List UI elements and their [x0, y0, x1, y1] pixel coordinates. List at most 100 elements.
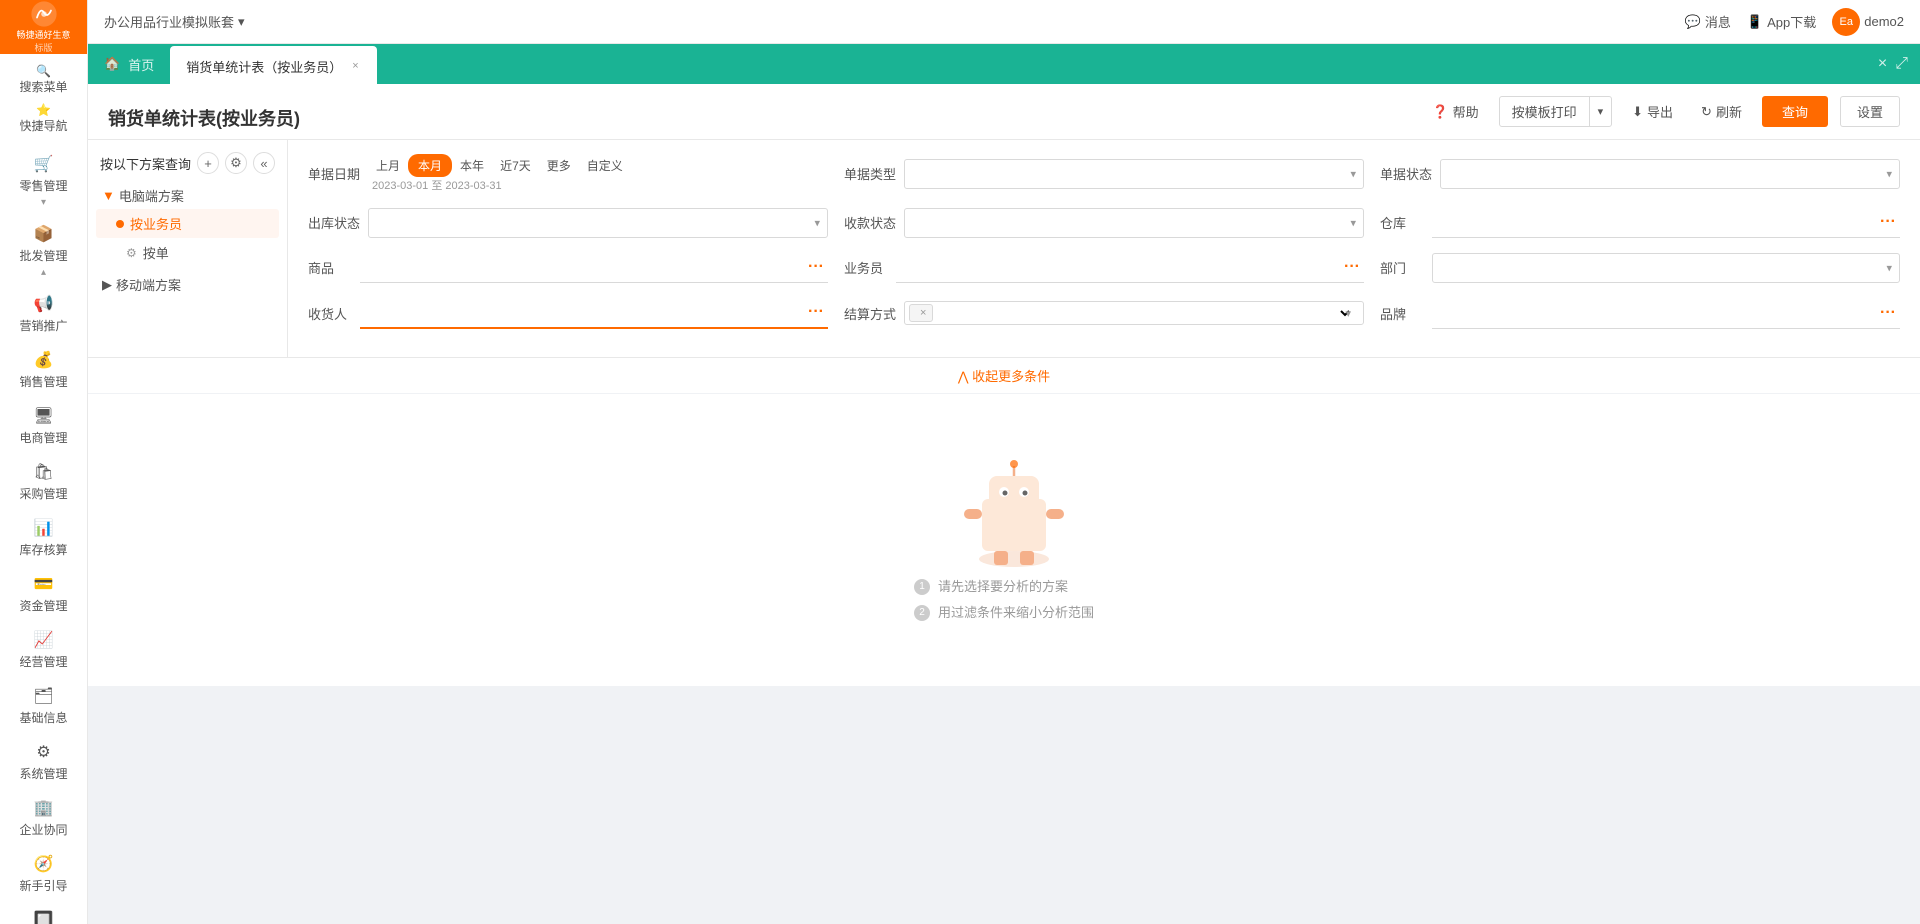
stock-status-select[interactable] — [368, 208, 828, 238]
user-profile[interactable]: Ea demo2 — [1832, 8, 1904, 36]
refresh-btn[interactable]: ↻ 刷新 — [1693, 98, 1750, 125]
filter-item-byorder[interactable]: ⚙ 按单 — [96, 238, 279, 267]
topbar: 办公用品行业模拟账套 ▾ 💬 消息 📱 App下载 Ea demo2 — [88, 0, 1920, 44]
search-menu[interactable]: 🔍 搜索菜单 — [0, 54, 87, 99]
ecommerce-label: 电商管理 — [19, 429, 67, 446]
export-label: 导出 — [1647, 102, 1673, 121]
marketing-icon: 📢 — [34, 294, 54, 314]
brand-label: 品牌 — [1380, 304, 1424, 323]
help-btn[interactable]: ❓ 帮助 — [1424, 98, 1486, 125]
byorder-icon: ⚙ — [126, 246, 137, 260]
close-window-icon[interactable]: × — [1878, 55, 1887, 73]
collapse-sidebar-btn[interactable]: « — [253, 152, 275, 174]
collapse-icon: « — [260, 156, 267, 171]
tab-home[interactable]: 🏠 首页 — [88, 44, 170, 84]
sidebar-item-ecommerce[interactable]: 🖥 电商管理 — [0, 398, 87, 454]
sidebar-item-sales[interactable]: 💰 销售管理 — [0, 342, 87, 398]
sidebar-item-finance[interactable]: 💳 资金管理 — [0, 566, 87, 622]
sidebar-item-inventory[interactable]: 📊 库存核算 — [0, 510, 87, 566]
doc-status-select[interactable] — [1440, 159, 1900, 189]
date-last-month-btn[interactable]: 上月 — [368, 154, 408, 177]
sidebar-item-wholesale[interactable]: 📦 批发管理 ▴ — [0, 216, 87, 286]
sidebar-item-apps[interactable]: 🔲 应用中心 — [0, 902, 87, 924]
tab-sales-report-label: 销货单统计表（按业务员） — [186, 57, 342, 76]
print-label[interactable]: 按模板打印 — [1500, 97, 1590, 126]
settings-btn[interactable]: 设置 — [1840, 96, 1900, 127]
message-icon: 💬 — [1685, 14, 1701, 30]
salesperson-ellipsis[interactable]: ··· — [1340, 258, 1364, 276]
tab-sales-report[interactable]: 销货单统计表（按业务员） × — [170, 46, 376, 86]
goods-input[interactable] — [360, 252, 804, 282]
sidebar-item-retail[interactable]: 🛒 零售管理 ▾ — [0, 146, 87, 216]
print-btn[interactable]: 按模板打印 ▾ — [1499, 96, 1613, 127]
tab-close-btn[interactable]: × — [350, 58, 360, 74]
date-label: 单据日期 — [308, 164, 360, 183]
date-range-display: 2023-03-01 至 2023-03-31 — [372, 177, 828, 193]
date-custom-btn[interactable]: 自定义 — [579, 154, 631, 177]
quick-nav[interactable]: ⭐ 快捷导航 — [0, 99, 87, 138]
collapse-label: ⋀ 收起更多条件 — [958, 369, 1050, 384]
add-scheme-btn[interactable]: + — [197, 152, 219, 174]
brand-ellipsis[interactable]: ··· — [1876, 304, 1900, 322]
settlement-select[interactable] — [933, 305, 1353, 322]
consignee-ellipsis[interactable]: ··· — [804, 303, 828, 321]
apps-icon: 🔲 — [34, 910, 54, 924]
filter-row-2: 出库状态 ▾ 收款状态 — [308, 207, 1900, 238]
sidebar-item-basic[interactable]: 🗂 基础信息 — [0, 678, 87, 734]
department-select[interactable] — [1432, 253, 1900, 283]
brand-input[interactable] — [1432, 298, 1876, 328]
department-label: 部门 — [1380, 258, 1424, 277]
page-title: 销货单统计表(按业务员) — [108, 105, 300, 131]
consignee-control: ··· — [360, 297, 828, 329]
stock-status-control: ▾ — [368, 208, 828, 238]
department-control: ▾ — [1432, 253, 1900, 283]
sidebar-item-marketing[interactable]: 📢 营销推广 — [0, 286, 87, 342]
date-this-month-btn[interactable]: 本月 — [408, 154, 452, 177]
search-btn[interactable]: 查询 — [1762, 96, 1828, 127]
settlement-tag-remove[interactable]: × — [920, 307, 926, 319]
step-1-text: 请先选择要分析的方案 — [938, 574, 1068, 600]
date-last7-btn[interactable]: 近7天 — [492, 154, 539, 177]
filter-item-salesperson[interactable]: 按业务员 — [96, 209, 279, 238]
sidebar-item-enterprise[interactable]: 🏢 企业协同 — [0, 790, 87, 846]
filter-row-3: 商品 ··· 业务员 ··· 部门 — [308, 252, 1900, 283]
goods-ellipsis[interactable]: ··· — [804, 258, 828, 276]
filter-settlement: 结算方式 × ▾ — [844, 301, 1364, 325]
finance-icon: 💳 — [34, 574, 54, 594]
export-btn[interactable]: ⬇ 导出 — [1624, 98, 1681, 125]
warehouse-input[interactable] — [1432, 207, 1876, 237]
date-this-year-btn[interactable]: 本年 — [452, 154, 492, 177]
wholesale-icon: 📦 — [34, 224, 54, 244]
logo[interactable]: 畅捷通好生意 标版 — [0, 0, 88, 54]
salesperson-input[interactable] — [896, 252, 1340, 282]
marketing-label: 营销推广 — [19, 317, 67, 334]
consignee-input[interactable] — [360, 297, 804, 327]
filter-right: 单据日期 上月 本月 本年 近7天 更多 自定义 2023-03-01 至 20… — [288, 140, 1920, 357]
app-download-label: App下载 — [1767, 12, 1816, 31]
collapse-bar[interactable]: ⋀ 收起更多条件 — [88, 357, 1920, 393]
sidebar-item-guide[interactable]: 🧭 新手引导 — [0, 846, 87, 902]
app-download-btn[interactable]: 📱 App下载 — [1747, 12, 1816, 31]
date-more-btn[interactable]: 更多 — [539, 154, 579, 177]
scheme-settings-btn[interactable]: ⚙ — [225, 152, 247, 174]
doc-type-select[interactable] — [904, 159, 1364, 189]
maximize-icon[interactable]: ⤢ — [1895, 55, 1908, 73]
company-dropdown[interactable]: 办公用品行业模拟账套 ▾ — [104, 12, 245, 31]
mobile-group-label: 移动端方案 — [116, 275, 181, 294]
byorder-label: 按单 — [143, 243, 169, 262]
payment-status-select[interactable] — [904, 208, 1364, 238]
print-dropdown-icon[interactable]: ▾ — [1590, 100, 1612, 123]
enterprise-icon: 🏢 — [34, 798, 54, 818]
messages-btn[interactable]: 💬 消息 — [1685, 12, 1731, 31]
topbar-right: 💬 消息 📱 App下载 Ea demo2 — [1685, 8, 1904, 36]
warehouse-ellipsis[interactable]: ··· — [1876, 213, 1900, 231]
pc-group-header[interactable]: ▼ 电脑端方案 — [96, 182, 279, 209]
mobile-group-header[interactable]: ▶ 移动端方案 — [96, 271, 279, 298]
sidebar-item-purchase[interactable]: 🛍 采购管理 — [0, 454, 87, 510]
help-label: 帮助 — [1453, 102, 1479, 121]
filter-doc-type: 单据类型 ▾ — [844, 159, 1364, 189]
sidebar-item-system[interactable]: ⚙ 系统管理 — [0, 734, 87, 790]
doc-status-label: 单据状态 — [1380, 164, 1432, 183]
page-actions: ❓ 帮助 按模板打印 ▾ ⬇ 导出 ↻ 刷新 查询 设置 — [1424, 96, 1900, 139]
sidebar-item-operations[interactable]: 📈 经营管理 — [0, 622, 87, 678]
